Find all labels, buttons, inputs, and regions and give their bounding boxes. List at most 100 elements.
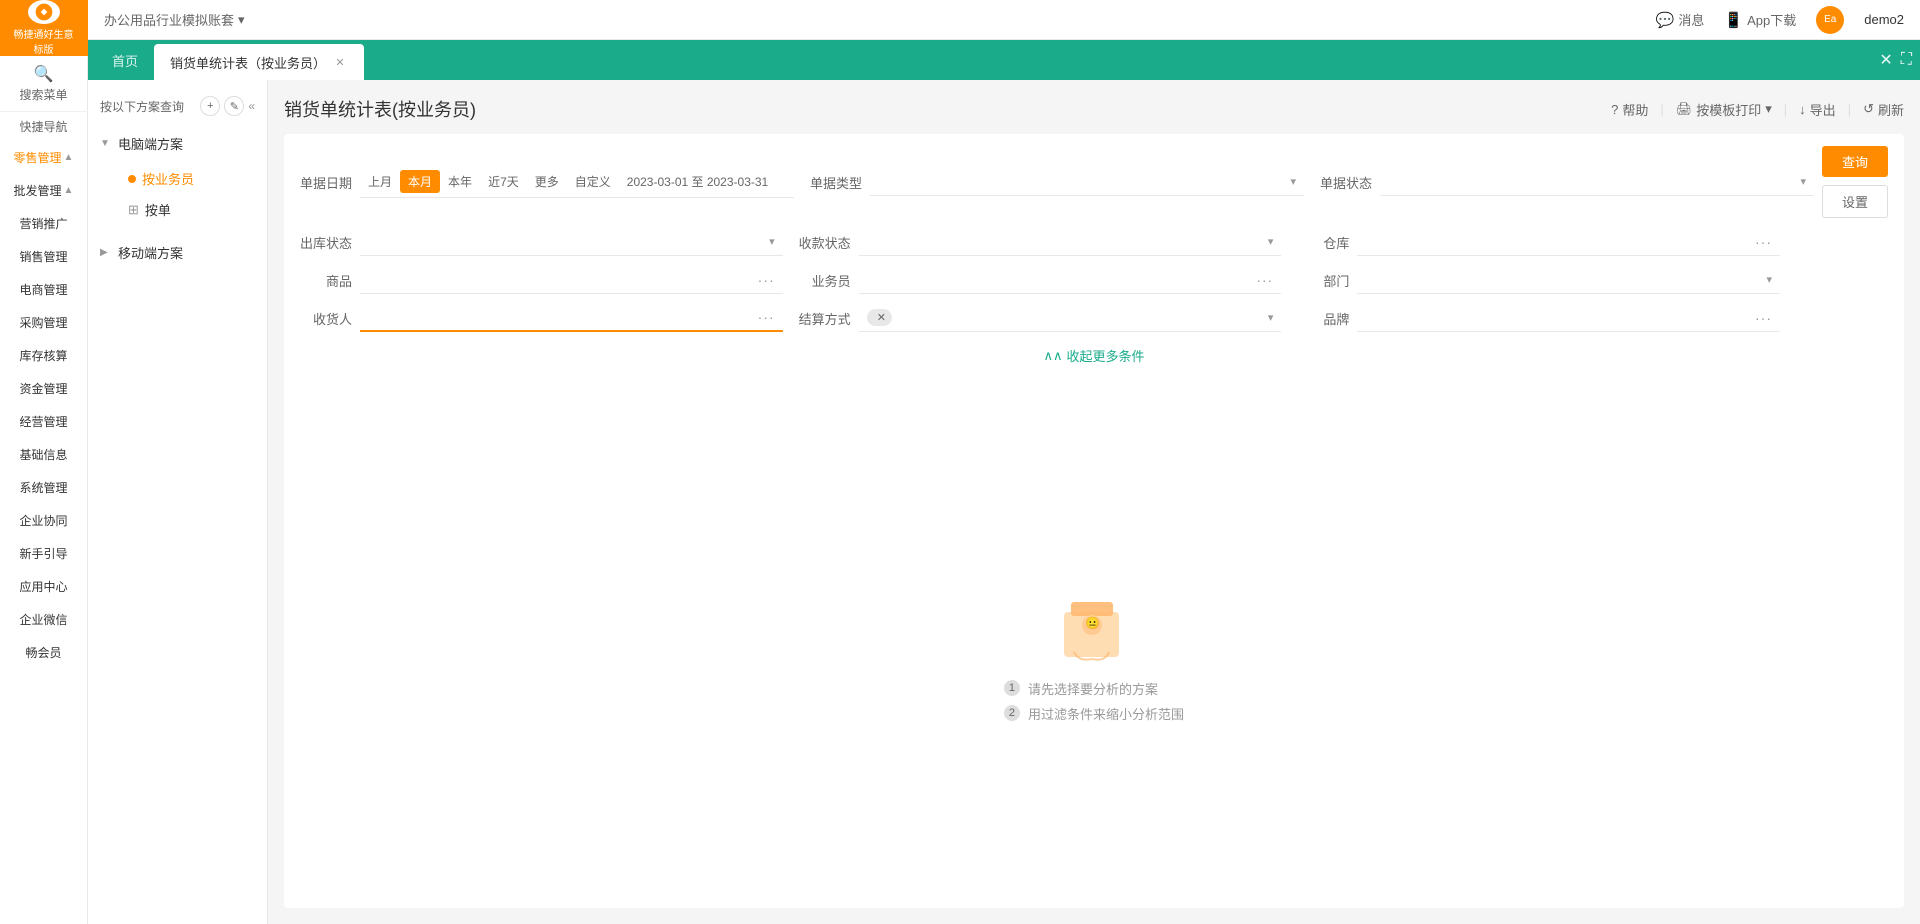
- empty-tip-2: 2 用过滤条件来缩小分析范围: [1004, 704, 1184, 723]
- staff-filter-label: 业务员: [799, 271, 851, 290]
- sidebar-item-basic[interactable]: 基础信息: [0, 438, 88, 471]
- sidebar-item-finance[interactable]: 资金管理: [0, 372, 88, 405]
- tip-text-2: 用过滤条件来缩小分析范围: [1028, 704, 1184, 723]
- user-avatar[interactable]: Ea: [1816, 6, 1844, 34]
- sidebar-item-marketing[interactable]: 营销推广: [0, 207, 88, 240]
- tree-item-mobile[interactable]: ▶ 移动端方案: [88, 237, 267, 268]
- right-panel: 销货单统计表(按业务员) ? 帮助 | 🖨 按模板打印 ▾ | ↓: [268, 80, 1920, 924]
- basic-label: 基础信息: [19, 446, 67, 463]
- order-type-input[interactable]: ▾: [870, 168, 1304, 196]
- goods-dots: ···: [758, 272, 775, 288]
- export-icon: ↓: [1799, 102, 1806, 117]
- marketing-label: 营销推广: [19, 215, 67, 232]
- ecommerce-label: 电商管理: [19, 281, 67, 298]
- edit-scheme-btn[interactable]: ✎: [224, 96, 244, 116]
- sidebar-item-wechat[interactable]: 企业微信: [0, 603, 88, 636]
- close-all-btn[interactable]: ✕: [1879, 50, 1892, 70]
- collapse-label: 收起更多条件: [1067, 346, 1145, 365]
- setting-button[interactable]: 设置: [1822, 185, 1888, 218]
- app-download-btn[interactable]: 📱 App下载: [1724, 10, 1796, 29]
- warehouse-input[interactable]: ···: [1357, 228, 1780, 256]
- tabbar-actions: ✕ ⛶: [1879, 50, 1912, 70]
- order-type-arrow: ▾: [1290, 175, 1296, 188]
- date-btn-more[interactable]: 更多: [527, 170, 567, 193]
- sidebar-item-quick-nav[interactable]: 快捷导航: [0, 112, 88, 141]
- date-btn-custom[interactable]: 自定义: [567, 170, 619, 193]
- sidebar-item-enterprise[interactable]: 企业协同: [0, 504, 88, 537]
- tab-close-btn[interactable]: ✕: [332, 54, 348, 70]
- collapse-panel-btn[interactable]: «: [248, 99, 255, 113]
- date-btn-this-year[interactable]: 本年: [440, 170, 480, 193]
- tab-home[interactable]: 首页: [96, 40, 154, 80]
- sidebar-item-guide[interactable]: 新手引导: [0, 537, 88, 570]
- avatar-text: Ea: [1824, 14, 1836, 25]
- tab-home-label: 首页: [112, 51, 138, 70]
- sidebar-item-purchase[interactable]: 采购管理: [0, 306, 88, 339]
- workspace-title[interactable]: 办公用品行业模拟账套 ▾: [104, 10, 245, 29]
- tip-num-1: 1: [1004, 680, 1020, 696]
- sidebar-item-ecommerce[interactable]: 电商管理: [0, 273, 88, 306]
- sidebar-item-retail[interactable]: 零售管理 ▲: [0, 141, 88, 174]
- settle-input[interactable]: ✕ ▾: [859, 304, 1282, 332]
- date-btn-this-month[interactable]: 本月: [400, 170, 440, 193]
- brand-input[interactable]: ···: [1357, 304, 1780, 332]
- date-btn-7days[interactable]: 近7天: [480, 170, 527, 193]
- sidebar-item-apps[interactable]: 应用中心: [0, 570, 88, 603]
- tab-sales-stats[interactable]: 销货单统计表（按业务员） ✕: [154, 44, 364, 80]
- add-scheme-btn[interactable]: +: [200, 96, 220, 116]
- dept-label: 部门: [1297, 271, 1349, 290]
- search-label: 搜索菜单: [0, 86, 88, 103]
- out-status-input[interactable]: ▾: [360, 228, 783, 256]
- sidebar-item-inventory[interactable]: 库存核算: [0, 339, 88, 372]
- receive-status-filter: 收款状态 ▾: [799, 228, 1282, 256]
- retail-label: 零售管理: [14, 149, 62, 166]
- app-download-label: App下载: [1747, 10, 1796, 29]
- message-btn[interactable]: 💬 消息: [1656, 10, 1705, 29]
- staff-dot: [128, 175, 136, 183]
- tree-item-pc[interactable]: ▼ 电脑端方案: [88, 128, 267, 159]
- query-button[interactable]: 查询: [1822, 146, 1888, 177]
- empty-box-svg: 😐: [1049, 587, 1139, 667]
- sidebar-item-wholesale[interactable]: 批发管理 ▲: [0, 174, 88, 207]
- inventory-label: 库存核算: [19, 347, 67, 364]
- user-name[interactable]: demo2: [1864, 12, 1904, 27]
- sales-label: 销售管理: [19, 248, 67, 265]
- staff-dots: ···: [1256, 272, 1273, 288]
- sidebar-item-member[interactable]: 畅会员: [0, 636, 88, 669]
- date-filter: 单据日期 上月 本月 本年 近7天 更多 自定义 2023-03-01 至 20…: [300, 166, 794, 198]
- receive-status-input[interactable]: ▾: [859, 228, 1282, 256]
- sidebar-search[interactable]: 🔍 搜索菜单: [0, 56, 88, 112]
- print-label: 按模板打印: [1696, 100, 1761, 119]
- sidebar-item-operations[interactable]: 经营管理: [0, 405, 88, 438]
- sidebar-item-system[interactable]: 系统管理: [0, 471, 88, 504]
- refresh-btn[interactable]: ↺ 刷新: [1863, 100, 1904, 119]
- goods-input[interactable]: ···: [360, 266, 783, 294]
- goods-label: 商品: [300, 271, 352, 290]
- receiver-input[interactable]: ···: [360, 304, 783, 332]
- staff-input[interactable]: ···: [859, 266, 1282, 294]
- left-panel: 按以下方案查询 + ✎ « ▼ 电脑端方案 按业务员: [88, 80, 268, 924]
- action-buttons: 查询 设置: [1822, 146, 1888, 218]
- refresh-label: 刷新: [1878, 100, 1904, 119]
- tree-item-by-staff[interactable]: 按业务员: [116, 163, 267, 194]
- system-label: 系统管理: [19, 479, 67, 496]
- tree-item-by-order[interactable]: ⊞ 按单: [116, 194, 267, 225]
- apps-label: 应用中心: [19, 578, 67, 595]
- date-btn-last-month[interactable]: 上月: [360, 170, 400, 193]
- export-btn[interactable]: ↓ 导出: [1799, 100, 1836, 119]
- help-btn[interactable]: ? 帮助: [1611, 100, 1648, 119]
- maximize-btn[interactable]: ⛶: [1901, 51, 1912, 69]
- receiver-label: 收货人: [300, 309, 352, 328]
- receive-status-arrow: ▾: [1268, 235, 1274, 248]
- settle-clear-btn[interactable]: ✕: [877, 311, 886, 324]
- collapse-more-btn[interactable]: ∧∧ 收起更多条件: [1037, 340, 1150, 371]
- order-status-input[interactable]: ▾: [1380, 168, 1814, 196]
- goods-filter: 商品 ···: [300, 266, 783, 294]
- sidebar-item-sales[interactable]: 销售管理: [0, 240, 88, 273]
- guide-label: 新手引导: [19, 545, 67, 562]
- out-status-arrow: ▾: [769, 235, 775, 248]
- dept-input[interactable]: ▾: [1357, 266, 1780, 294]
- print-btn[interactable]: 🖨 按模板打印 ▾: [1676, 100, 1772, 119]
- order-status-label: 单据状态: [1320, 173, 1372, 192]
- tab-sales-stats-label: 销货单统计表（按业务员）: [170, 53, 326, 72]
